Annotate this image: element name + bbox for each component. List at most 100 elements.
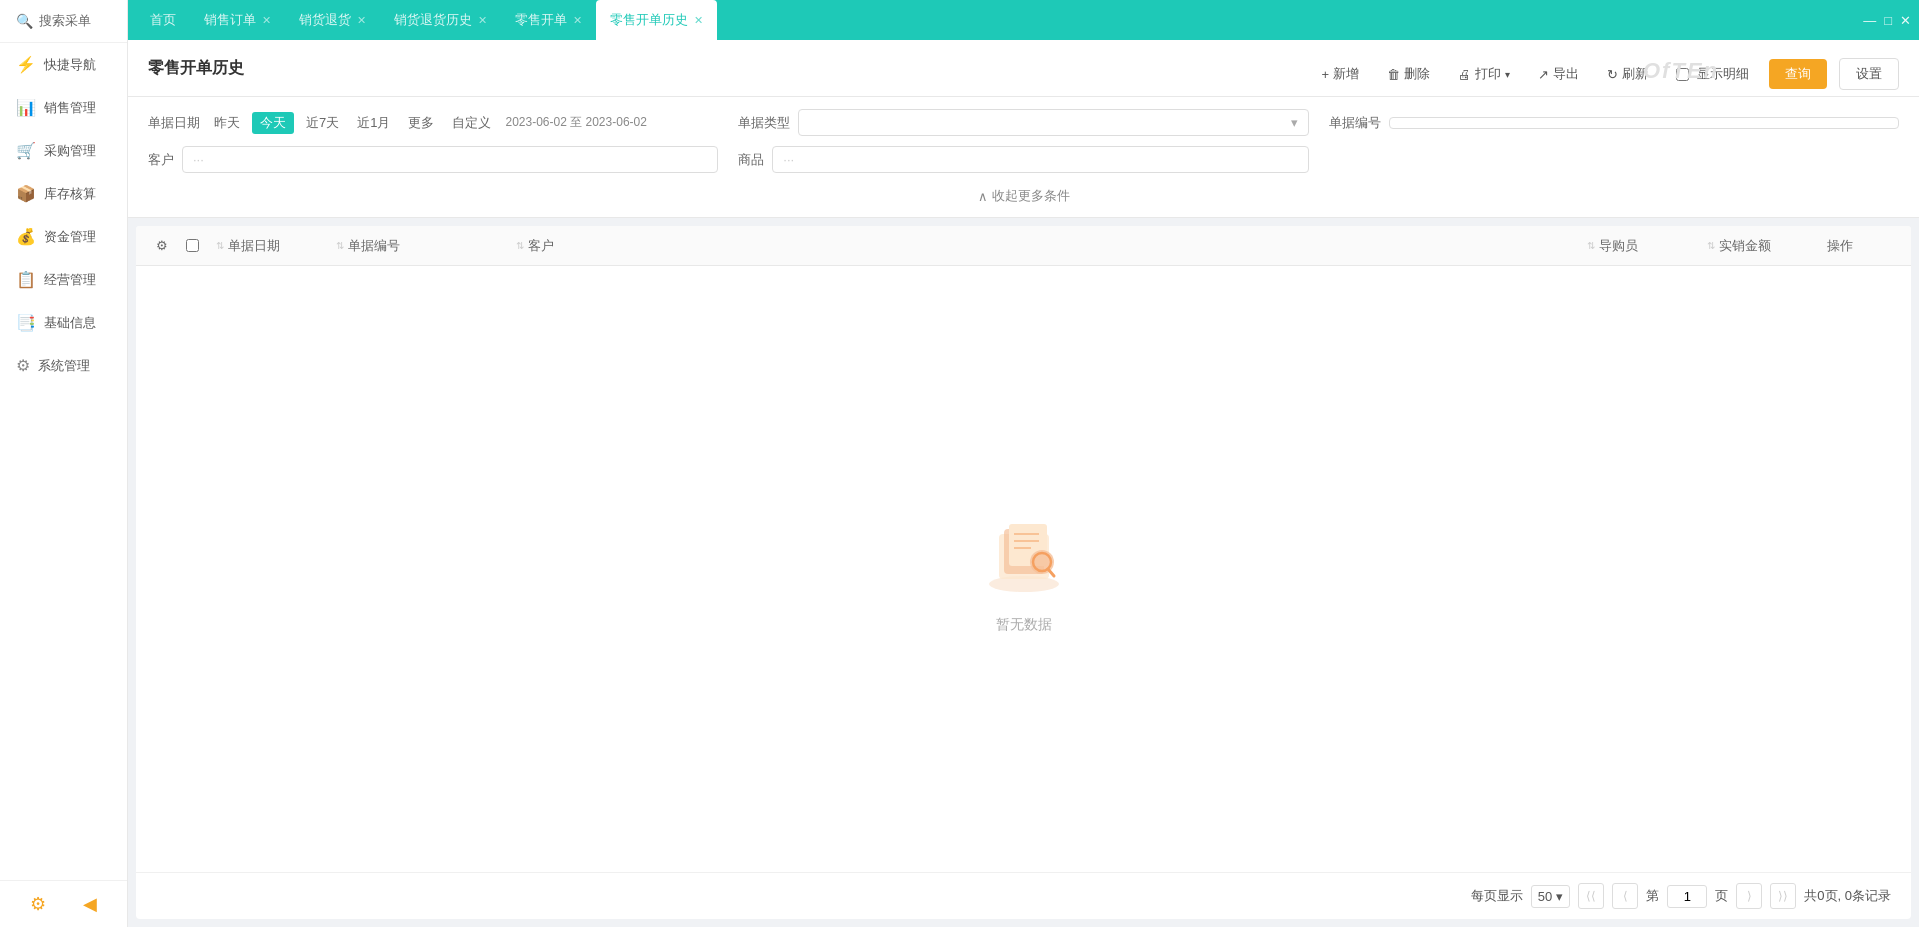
date-opt-more[interactable]: 更多 (402, 112, 440, 134)
sort-icon[interactable]: ⇅ (216, 240, 224, 251)
sidebar-item-quick-nav[interactable]: ⚡ 快捷导航 (0, 43, 127, 86)
last-page-button[interactable]: ⟩⟩ (1770, 883, 1796, 909)
collapse-button[interactable]: ∧ 收起更多条件 (978, 187, 1070, 205)
window-controls: — □ ✕ (1863, 13, 1911, 28)
filter-row-2: 客户 ··· 商品 ··· (148, 146, 1899, 173)
order-no-input[interactable] (1389, 117, 1899, 129)
quick-nav-icon: ⚡ (16, 55, 36, 74)
chevron-down-icon: ▾ (1291, 115, 1298, 130)
col-amount: ⇅ 实销金额 (1699, 237, 1819, 255)
sidebar-item-system[interactable]: ⚙ 系统管理 (0, 344, 127, 387)
operations-icon: 📋 (16, 270, 36, 289)
topnav: 首页 销售订单 ✕ 销货退货 ✕ 销货退货历史 ✕ 零售开单 ✕ 零售开单历史 … (128, 0, 1919, 40)
close-tab-retail-open[interactable]: ✕ (573, 14, 582, 27)
total-label: 共0页, 0条记录 (1804, 887, 1891, 905)
tab-sales-return-history[interactable]: 销货退货历史 ✕ (380, 0, 501, 40)
minimize-button[interactable]: — (1863, 13, 1876, 28)
table-body: 暂无数据 (136, 266, 1911, 872)
col-order-no: ⇅ 单据编号 (328, 237, 508, 255)
search-icon: 🔍 (16, 13, 33, 29)
date-opt-week[interactable]: 近7天 (300, 112, 345, 134)
filter-order-no: 单据编号 (1329, 114, 1899, 132)
tab-retail-history[interactable]: 零售开单历史 ✕ (596, 0, 717, 40)
refresh-button[interactable]: ↻ 刷新 (1599, 61, 1656, 87)
first-page-button[interactable]: ⟨⟨ (1578, 883, 1604, 909)
tab-sales-return[interactable]: 销货退货 ✕ (285, 0, 380, 40)
per-page-select[interactable]: 50 ▾ (1531, 885, 1570, 908)
inventory-icon: 📦 (16, 184, 36, 203)
tab-retail-open[interactable]: 零售开单 ✕ (501, 0, 596, 40)
per-page-value: 50 (1538, 889, 1552, 904)
sidebar-search[interactable]: 🔍 搜索采单 (0, 0, 127, 43)
per-page-label: 每页显示 (1471, 887, 1523, 905)
settings-footer-button[interactable]: ⚙ (30, 893, 46, 915)
sidebar-item-label: 资金管理 (44, 228, 96, 246)
close-tab-sales-order[interactable]: ✕ (262, 14, 271, 27)
close-window-button[interactable]: ✕ (1900, 13, 1911, 28)
filter-area: 单据日期 昨天 今天 近7天 近1月 更多 自定义 2023-06-02 至 2… (128, 97, 1919, 218)
date-opt-month[interactable]: 近1月 (351, 112, 396, 134)
sidebar-search-label: 搜索采单 (39, 12, 91, 30)
date-opt-yesterday[interactable]: 昨天 (208, 112, 246, 134)
tab-sales-order[interactable]: 销售订单 ✕ (190, 0, 285, 40)
sidebar-item-operations[interactable]: 📋 经营管理 (0, 258, 127, 301)
date-opt-today[interactable]: 今天 (252, 112, 294, 134)
close-tab-sales-return[interactable]: ✕ (357, 14, 366, 27)
sidebar-item-sales-mgmt[interactable]: 📊 销售管理 (0, 86, 127, 129)
export-button[interactable]: ↗ 导出 (1530, 61, 1587, 87)
table-header: ⚙ ⇅ 单据日期 ⇅ 单据编号 ⇅ 客户 ⇅ 导购员 ⇅ (136, 226, 1911, 266)
col-settings[interactable]: ⚙ (148, 238, 178, 253)
goods-input[interactable]: ··· (772, 146, 1308, 173)
prev-page-button[interactable]: ⟨ (1612, 883, 1638, 909)
toolbar: + + 新增 新增 🗑 删除 🖨 打印 ▾ ↗ 导出 (1313, 52, 1899, 96)
sidebar-item-finance[interactable]: 💰 资金管理 (0, 215, 127, 258)
settings-button[interactable]: 设置 (1839, 58, 1899, 90)
date-range-display: 2023-06-02 至 2023-06-02 (505, 114, 646, 131)
refresh-icon: ↻ (1607, 67, 1618, 82)
sort-icon[interactable]: ⇅ (516, 240, 524, 251)
sidebar-item-label: 库存核算 (44, 185, 96, 203)
content-area: ⚙ ⇅ 单据日期 ⇅ 单据编号 ⇅ 客户 ⇅ 导购员 ⇅ (136, 226, 1911, 919)
filter-order-type: 单据类型 ▾ (738, 109, 1308, 136)
empty-state: 暂无数据 (974, 504, 1074, 634)
order-no-label: 单据编号 (1329, 114, 1381, 132)
sort-icon[interactable]: ⇅ (336, 240, 344, 251)
page-input[interactable] (1667, 885, 1707, 908)
print-button[interactable]: 🖨 打印 ▾ (1450, 61, 1518, 87)
sidebar-item-inventory[interactable]: 📦 库存核算 (0, 172, 127, 215)
sidebar: 🔍 搜索采单 ⚡ 快捷导航 📊 销售管理 🛒 采购管理 📦 库存核算 💰 资金管… (0, 0, 128, 927)
display-detail-button[interactable]: 显示明细 (1668, 61, 1757, 87)
page-header: 零售开单历史 + + 新增 新增 🗑 删除 🖨 打印 ▾ ↗ (128, 40, 1919, 97)
close-tab-sales-return-history[interactable]: ✕ (478, 14, 487, 27)
maximize-button[interactable]: □ (1884, 13, 1892, 28)
tab-home[interactable]: 首页 (136, 0, 190, 40)
goods-label: 商品 (738, 151, 764, 169)
select-all-checkbox[interactable] (186, 239, 199, 252)
order-type-select[interactable]: ▾ (798, 109, 1308, 136)
next-page-button[interactable]: ⟩ (1736, 883, 1762, 909)
add-button[interactable]: + + 新增 新增 (1313, 61, 1367, 87)
close-tab-retail-history[interactable]: ✕ (694, 14, 703, 27)
customer-input[interactable]: ··· (182, 146, 718, 173)
pagination: 每页显示 50 ▾ ⟨⟨ ⟨ 第 页 ⟩ ⟩⟩ 共0页, 0条记录 (136, 872, 1911, 919)
date-opt-custom[interactable]: 自定义 (446, 112, 497, 134)
col-date: ⇅ 单据日期 (208, 237, 328, 255)
sidebar-item-purchase-mgmt[interactable]: 🛒 采购管理 (0, 129, 127, 172)
order-type-label: 单据类型 (738, 114, 790, 132)
sidebar-item-basic-info[interactable]: 📑 基础信息 (0, 301, 127, 344)
display-detail-checkbox[interactable] (1676, 68, 1689, 81)
collapse-sidebar-button[interactable]: ◀ (83, 893, 97, 915)
page-label: 页 (1715, 887, 1728, 905)
col-guide: ⇅ 导购员 (1579, 237, 1699, 255)
sort-icon[interactable]: ⇅ (1707, 240, 1715, 251)
query-button[interactable]: 查询 (1769, 59, 1827, 89)
col-ops: 操作 (1819, 237, 1899, 255)
delete-button[interactable]: 🗑 删除 (1379, 61, 1438, 87)
chevron-down-icon: ▾ (1505, 69, 1510, 80)
sort-icon[interactable]: ⇅ (1587, 240, 1595, 251)
col-checkbox[interactable] (178, 239, 208, 252)
sidebar-item-label: 基础信息 (44, 314, 96, 332)
filter-row-1: 单据日期 昨天 今天 近7天 近1月 更多 自定义 2023-06-02 至 2… (148, 109, 1899, 136)
col-customer: ⇅ 客户 (508, 237, 1579, 255)
page-title: 零售开单历史 (148, 58, 244, 79)
